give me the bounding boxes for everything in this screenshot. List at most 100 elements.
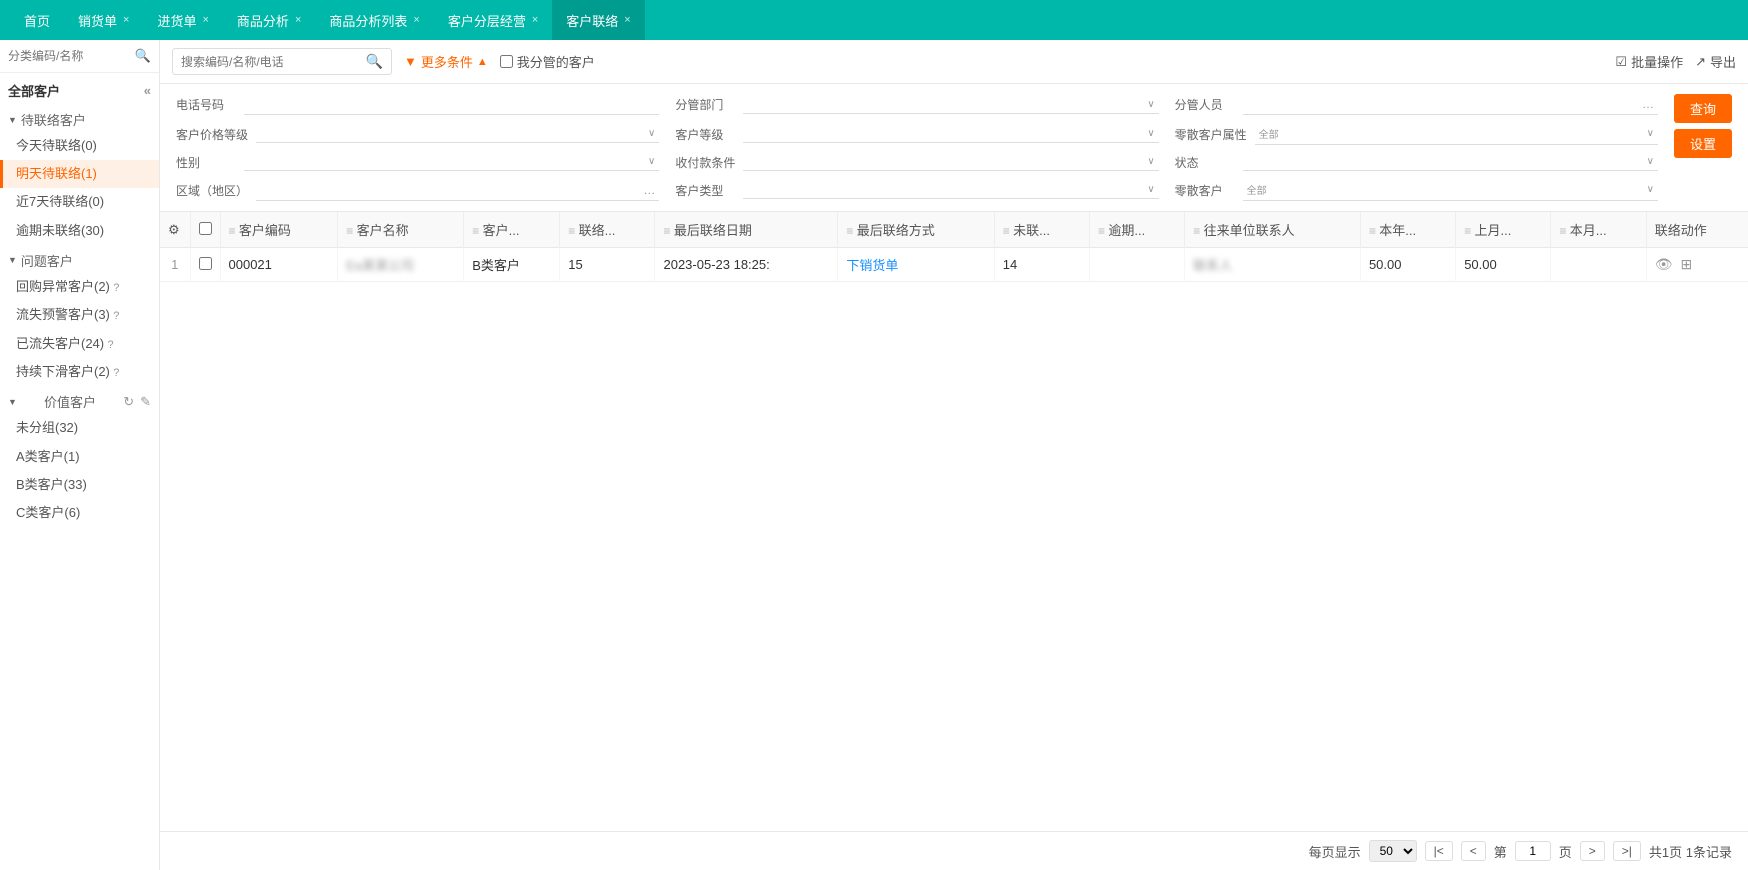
col-settings-header[interactable]: ⚙ <box>160 212 190 248</box>
close-sales-order[interactable]: × <box>123 14 129 26</box>
main-search-icon[interactable]: 🔍 <box>366 53 383 70</box>
close-purchase-order[interactable]: × <box>202 14 208 26</box>
nav-purchase-order[interactable]: 进货单 × <box>143 0 222 40</box>
export-icon: ↗ <box>1695 54 1706 70</box>
sidebar-item-week-contact[interactable]: 近7天待联络(0) <box>0 188 159 216</box>
select-all-checkbox[interactable] <box>199 222 212 235</box>
col-this-year-header[interactable]: 本年... <box>1360 212 1455 248</box>
refresh-value-icon[interactable]: ↻ <box>123 394 134 410</box>
sidebar-item-class-a[interactable]: A类客户(1) <box>0 443 159 471</box>
table-header-row: ⚙ 客户编码 客户名称 客户... 联络... 最后联络日期 最后联络方式 未联… <box>160 212 1748 248</box>
region-dotdot[interactable]: … <box>643 183 655 197</box>
close-product-analysis-list[interactable]: × <box>413 14 419 26</box>
next-page-button[interactable]: > <box>1580 841 1605 861</box>
last-method-link[interactable]: 下销货单 <box>846 258 898 273</box>
page-size-select[interactable]: 50 <box>1369 840 1417 862</box>
nav-product-analysis[interactable]: 商品分析 × <box>223 0 315 40</box>
filter-retail-customer-select[interactable]: 全部∨ <box>1243 179 1658 201</box>
row-select-checkbox[interactable] <box>199 257 212 270</box>
filter-retail-attr-select[interactable]: 全部∨ <box>1255 123 1658 145</box>
col-checkbox-header[interactable] <box>190 212 220 248</box>
col-code-header[interactable]: 客户编码 <box>220 212 338 248</box>
col-last-month-header[interactable]: 上月... <box>1456 212 1551 248</box>
sidebar-item-abnormal-repurchase[interactable]: 回购异常客户(2) ? <box>0 273 159 301</box>
help-icon-1[interactable]: ? <box>113 282 119 294</box>
col-contact-person-header[interactable]: 往来单位联系人 <box>1185 212 1361 248</box>
sidebar-item-overdue-contact[interactable]: 逾期未联络(30) <box>0 217 159 245</box>
nav-product-analysis-list[interactable]: 商品分析列表 × <box>315 0 433 40</box>
query-button[interactable]: 查询 <box>1674 94 1732 123</box>
col-contact-count-header[interactable]: 联络... <box>560 212 655 248</box>
row-overdue <box>1090 248 1185 282</box>
sidebar-item-declining[interactable]: 持续下滑客户(2) ? <box>0 358 159 386</box>
row-checkbox[interactable] <box>190 248 220 282</box>
filter-customer-level: 客户等级 ∨ <box>675 125 1158 143</box>
batch-ops-button[interactable]: ☑ 批量操作 <box>1615 52 1683 71</box>
manager-dotdot[interactable]: … <box>1642 97 1654 111</box>
filter-customer-type: 客户类型 ∨ <box>675 181 1158 199</box>
all-customers-header[interactable]: 全部客户 « <box>0 73 159 104</box>
nav-customer-contact[interactable]: 客户联络 × <box>552 0 644 40</box>
main-search-input[interactable] <box>181 55 362 69</box>
filter-gender-select[interactable]: ∨ <box>244 153 659 171</box>
nav-home[interactable]: 首页 <box>10 0 64 40</box>
sidebar-search-input[interactable] <box>8 49 131 63</box>
top-navigation: 首页 销货单 × 进货单 × 商品分析 × 商品分析列表 × 客户分层经营 × … <box>0 0 1748 40</box>
filter-customer-type-select[interactable]: ∨ <box>743 181 1158 199</box>
filter-customer-level-select[interactable]: ∨ <box>743 125 1158 143</box>
row-actions: 👁 ⊞ <box>1646 248 1748 282</box>
filter-action-buttons: 查询 设置 <box>1674 94 1732 158</box>
col-category-header[interactable]: 客户... <box>464 212 560 248</box>
filter-panel: 电话号码 分管部门 ∨ 分管人员 … <box>160 84 1748 212</box>
sidebar-item-class-c[interactable]: C类客户(6) <box>0 499 159 527</box>
sidebar-item-churn-warning[interactable]: 流失预警客户(3) ? <box>0 301 159 329</box>
filter-payment-select[interactable]: ∨ <box>743 153 1158 171</box>
row-view-icon[interactable]: 👁 <box>1655 256 1673 273</box>
sidebar-item-ungrouped[interactable]: 未分组(32) <box>0 414 159 442</box>
nav-customer-tier[interactable]: 客户分层经营 × <box>434 0 552 40</box>
nav-sales-order[interactable]: 销货单 × <box>64 0 143 40</box>
close-customer-tier[interactable]: × <box>532 14 538 26</box>
col-last-method-header[interactable]: 最后联络方式 <box>838 212 994 248</box>
sidebar: 🔍 全部客户 « 待联络客户 今天待联络(0) 明天待联络(1) 近7天待联络(… <box>0 40 160 870</box>
sidebar-collapse-icon[interactable]: « <box>144 83 151 98</box>
filter-status: 状态 ∨ <box>1175 153 1658 171</box>
first-page-button[interactable]: |< <box>1425 841 1453 861</box>
col-last-date-header[interactable]: 最后联络日期 <box>655 212 838 248</box>
filter-retail-customer: 零散客户 全部∨ <box>1175 179 1658 201</box>
filter-manager: 分管人员 … <box>1175 94 1658 115</box>
filter-phone-input[interactable] <box>244 94 659 115</box>
edit-value-icon[interactable]: ✎ <box>140 394 151 410</box>
last-page-button[interactable]: >| <box>1613 841 1641 861</box>
my-customer-checkbox-wrap[interactable]: 我分管的客户 <box>500 52 595 71</box>
row-more-icon[interactable]: ⊞ <box>1680 256 1692 273</box>
col-overdue-header[interactable]: 逾期... <box>1090 212 1185 248</box>
row-last-method: 下销货单 <box>838 248 994 282</box>
close-product-analysis[interactable]: × <box>295 14 301 26</box>
filter-region: 区域（地区） … <box>176 180 659 201</box>
more-filter-button[interactable]: ▼ 更多条件 ▲ <box>404 52 488 71</box>
filter-price-level-select[interactable]: ∨ <box>256 125 659 143</box>
export-button[interactable]: ↗ 导出 <box>1695 52 1736 71</box>
sidebar-search-icon[interactable]: 🔍 <box>135 48 151 64</box>
col-this-month-header[interactable]: 本月... <box>1551 212 1646 248</box>
filter-payment: 收付款条件 ∨ <box>675 153 1158 171</box>
sidebar-item-today-contact[interactable]: 今天待联络(0) <box>0 132 159 160</box>
row-contact-count: 15 <box>560 248 655 282</box>
col-name-header[interactable]: 客户名称 <box>338 212 464 248</box>
help-icon-3[interactable]: ? <box>107 339 113 351</box>
close-customer-contact[interactable]: × <box>624 14 630 26</box>
prev-page-button[interactable]: < <box>1461 841 1486 861</box>
col-uncontacted-header[interactable]: 未联... <box>994 212 1089 248</box>
help-icon-2[interactable]: ? <box>113 310 119 322</box>
settings-button[interactable]: 设置 <box>1674 129 1732 158</box>
sidebar-item-tomorrow-contact[interactable]: 明天待联络(1) <box>0 160 159 188</box>
my-customer-checkbox[interactable] <box>500 55 513 68</box>
filter-dept-select[interactable]: ∨ <box>743 96 1158 114</box>
help-icon-4[interactable]: ? <box>113 367 119 379</box>
sidebar-item-class-b[interactable]: B类客户(33) <box>0 471 159 499</box>
sidebar-item-churned[interactable]: 已流失客户(24) ? <box>0 330 159 358</box>
group-pending-contact: 待联络客户 <box>0 104 159 132</box>
page-input[interactable] <box>1515 841 1551 861</box>
filter-status-select[interactable]: ∨ <box>1243 153 1658 171</box>
